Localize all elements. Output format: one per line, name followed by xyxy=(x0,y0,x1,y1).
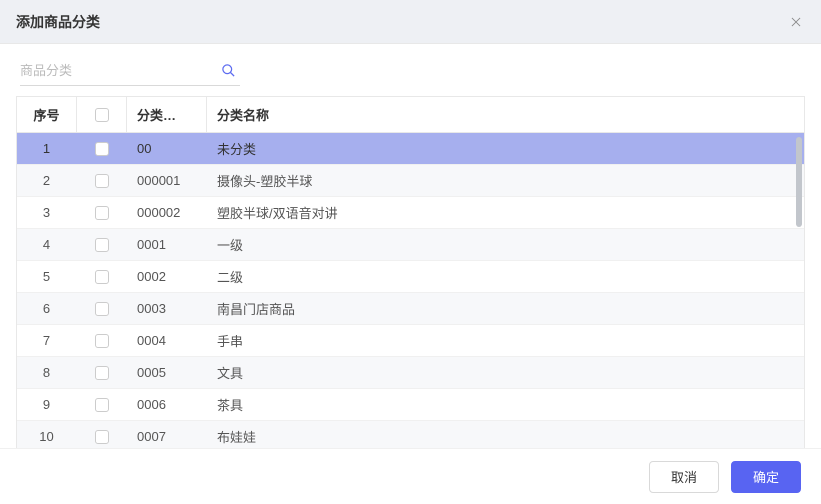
cell-index: 9 xyxy=(17,389,77,420)
col-header-checkbox xyxy=(77,97,127,132)
cell-checkbox xyxy=(77,197,127,228)
cell-index: 10 xyxy=(17,421,77,448)
cell-index: 8 xyxy=(17,357,77,388)
cell-code: 0006 xyxy=(127,389,207,420)
row-checkbox[interactable] xyxy=(95,398,109,412)
table-row[interactable]: 1 00未分类 xyxy=(17,133,804,165)
cell-checkbox xyxy=(77,357,127,388)
table-row[interactable]: 4 0001一级 xyxy=(17,229,804,261)
search-input[interactable] xyxy=(20,61,217,80)
dialog-header: 添加商品分类 xyxy=(0,0,821,44)
cell-checkbox xyxy=(77,293,127,324)
table-row[interactable]: 9 0006茶具 xyxy=(17,389,804,421)
close-icon[interactable] xyxy=(787,13,805,31)
cell-code: 0001 xyxy=(127,229,207,260)
cell-code: 000001 xyxy=(127,165,207,196)
cell-name: 布娃娃 xyxy=(207,421,804,448)
cell-code: 0004 xyxy=(127,325,207,356)
cell-index: 3 xyxy=(17,197,77,228)
table-row[interactable]: 7 0004手串 xyxy=(17,325,804,357)
table-row[interactable]: 6 0003南昌门店商品 xyxy=(17,293,804,325)
cell-checkbox xyxy=(77,261,127,292)
row-checkbox[interactable] xyxy=(95,174,109,188)
cell-name: 南昌门店商品 xyxy=(207,293,804,324)
search-field-wrap xyxy=(20,56,240,86)
cell-code: 0005 xyxy=(127,357,207,388)
row-checkbox[interactable] xyxy=(95,142,109,156)
cell-index: 6 xyxy=(17,293,77,324)
cell-name: 手串 xyxy=(207,325,804,356)
row-checkbox[interactable] xyxy=(95,366,109,380)
add-category-dialog: 添加商品分类 序号 分类… 分类名称 1 00未分类 2 000001摄像头-塑胶半球… xyxy=(0,0,821,504)
cell-code: 00 xyxy=(127,133,207,164)
table-header-row: 序号 分类… 分类名称 xyxy=(17,97,804,133)
cell-index: 1 xyxy=(17,133,77,164)
row-checkbox[interactable] xyxy=(95,302,109,316)
cell-name: 茶具 xyxy=(207,389,804,420)
table-body[interactable]: 1 00未分类 2 000001摄像头-塑胶半球 3 000002塑胶半球/双语音对讲 4 0… xyxy=(17,133,804,448)
col-header-code: 分类… xyxy=(127,97,207,132)
cell-checkbox xyxy=(77,133,127,164)
cell-code: 0003 xyxy=(127,293,207,324)
cell-index: 2 xyxy=(17,165,77,196)
cell-checkbox xyxy=(77,325,127,356)
cell-checkbox xyxy=(77,229,127,260)
col-header-name: 分类名称 xyxy=(207,97,804,132)
table-row[interactable]: 8 0005文具 xyxy=(17,357,804,389)
dialog-body: 序号 分类… 分类名称 1 00未分类 2 000001摄像头-塑胶半球 3 000002… xyxy=(0,44,821,448)
table-row[interactable]: 5 0002二级 xyxy=(17,261,804,293)
row-checkbox[interactable] xyxy=(95,238,109,252)
cell-name: 摄像头-塑胶半球 xyxy=(207,165,804,196)
row-checkbox[interactable] xyxy=(95,334,109,348)
table-row[interactable]: 10 0007布娃娃 xyxy=(17,421,804,448)
category-table: 序号 分类… 分类名称 1 00未分类 2 000001摄像头-塑胶半球 3 000002… xyxy=(16,96,805,448)
cell-name: 文具 xyxy=(207,357,804,388)
select-all-checkbox[interactable] xyxy=(95,108,109,122)
col-header-index: 序号 xyxy=(17,97,77,132)
row-checkbox[interactable] xyxy=(95,270,109,284)
row-checkbox[interactable] xyxy=(95,206,109,220)
cell-checkbox xyxy=(77,421,127,448)
table-row[interactable]: 2 000001摄像头-塑胶半球 xyxy=(17,165,804,197)
cell-name: 二级 xyxy=(207,261,804,292)
search-icon[interactable] xyxy=(217,63,240,78)
table-row[interactable]: 3 000002塑胶半球/双语音对讲 xyxy=(17,197,804,229)
cell-name: 一级 xyxy=(207,229,804,260)
cell-name: 未分类 xyxy=(207,133,804,164)
cell-checkbox xyxy=(77,389,127,420)
cell-code: 000002 xyxy=(127,197,207,228)
dialog-footer: 取消 确定 xyxy=(0,448,821,504)
cell-code: 0002 xyxy=(127,261,207,292)
cell-index: 5 xyxy=(17,261,77,292)
confirm-button[interactable]: 确定 xyxy=(731,461,801,493)
cell-index: 7 xyxy=(17,325,77,356)
cell-name: 塑胶半球/双语音对讲 xyxy=(207,197,804,228)
row-checkbox[interactable] xyxy=(95,430,109,444)
cell-index: 4 xyxy=(17,229,77,260)
scrollbar-thumb[interactable] xyxy=(796,137,802,227)
cell-code: 0007 xyxy=(127,421,207,448)
cancel-button[interactable]: 取消 xyxy=(649,461,719,493)
cell-checkbox xyxy=(77,165,127,196)
dialog-title: 添加商品分类 xyxy=(16,12,100,32)
